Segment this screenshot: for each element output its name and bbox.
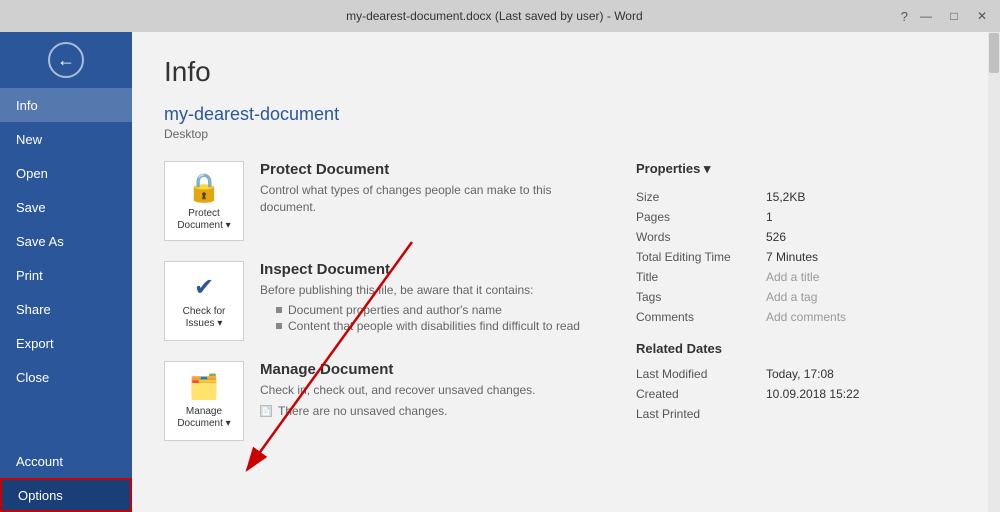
document-name: my-dearest-document xyxy=(164,104,956,125)
prop-row-words: Words 526 xyxy=(636,227,956,247)
bullet-1: Document properties and author's name xyxy=(276,303,580,317)
page-title: Info xyxy=(164,56,956,88)
sidebar-item-close[interactable]: Close xyxy=(0,360,132,394)
title-bar: my-dearest-document.docx (Last saved by … xyxy=(0,0,1000,32)
protect-document-card: 🔒 ProtectDocument ▾ Protect Document Con… xyxy=(164,161,596,241)
date-key-printed: Last Printed xyxy=(636,404,766,424)
manage-document-text: Manage Document Check in, check out, and… xyxy=(260,361,536,424)
prop-row-title: Title Add a title xyxy=(636,267,956,287)
properties-section: Properties ▾ Size 15,2KB Pages 1 xyxy=(636,161,956,461)
prop-row-size: Size 15,2KB xyxy=(636,187,956,207)
scrollbar[interactable] xyxy=(988,32,1000,512)
back-button[interactable]: ← xyxy=(0,32,132,88)
manage-document-sub: 📄 There are no unsaved changes. xyxy=(260,403,536,420)
inspect-document-title: Inspect Document xyxy=(260,261,580,278)
main-content: Info my-dearest-document Desktop 🔒 Prote… xyxy=(132,32,988,512)
check-issues-button[interactable]: ✔ Check forIssues ▾ xyxy=(164,261,244,341)
sidebar-item-share[interactable]: Share xyxy=(0,292,132,326)
protect-document-text: Protect Document Control what types of c… xyxy=(260,161,596,220)
manage-document-card: 🗂️ ManageDocument ▾ Manage Document Chec… xyxy=(164,361,596,441)
protect-document-desc: Control what types of changes people can… xyxy=(260,182,596,216)
prop-val-title[interactable]: Add a title xyxy=(766,267,956,287)
document-location: Desktop xyxy=(164,127,956,141)
inspect-document-bullets: Document properties and author's name Co… xyxy=(276,303,580,333)
date-val-printed xyxy=(766,404,956,424)
sidebar-item-info[interactable]: Info xyxy=(0,88,132,122)
scrollbar-thumb[interactable] xyxy=(989,33,999,73)
sidebar-bottom: Account Options xyxy=(0,444,132,512)
prop-val-pages: 1 xyxy=(766,207,956,227)
sidebar-item-save[interactable]: Save xyxy=(0,190,132,224)
related-dates-header: Related Dates xyxy=(636,341,956,356)
date-val-modified: Today, 17:08 xyxy=(766,364,956,384)
help-button[interactable]: ? xyxy=(901,9,908,24)
app-window: my-dearest-document.docx (Last saved by … xyxy=(0,0,1000,512)
date-key-modified: Last Modified xyxy=(636,364,766,384)
manage-document-label: ManageDocument ▾ xyxy=(177,406,230,430)
protect-document-button[interactable]: 🔒 ProtectDocument ▾ xyxy=(164,161,244,241)
sidebar: ← Info New Open Save Save As xyxy=(0,32,132,512)
prop-key-size: Size xyxy=(636,187,766,207)
date-row-printed: Last Printed xyxy=(636,404,956,424)
sidebar-item-saveas[interactable]: Save As xyxy=(0,224,132,258)
dates-table: Last Modified Today, 17:08 Created 10.09… xyxy=(636,364,956,424)
prop-row-comments: Comments Add comments xyxy=(636,307,956,327)
sidebar-item-export[interactable]: Export xyxy=(0,326,132,360)
date-key-created: Created xyxy=(636,384,766,404)
prop-val-comments[interactable]: Add comments xyxy=(766,307,956,327)
actions-section: 🔒 ProtectDocument ▾ Protect Document Con… xyxy=(164,161,596,461)
inspect-document-desc: Before publishing this file, be aware th… xyxy=(260,282,580,299)
prop-key-words: Words xyxy=(636,227,766,247)
minimize-button[interactable]: — xyxy=(916,6,936,26)
sidebar-item-options[interactable]: Options xyxy=(0,478,132,512)
window-title: my-dearest-document.docx (Last saved by … xyxy=(88,9,901,23)
prop-val-tags[interactable]: Add a tag xyxy=(766,287,956,307)
prop-key-pages: Pages xyxy=(636,207,766,227)
prop-val-words: 526 xyxy=(766,227,956,247)
lock-icon: 🔒 xyxy=(187,171,222,204)
sidebar-nav: Info New Open Save Save As Print xyxy=(0,88,132,512)
content-area: Info my-dearest-document Desktop 🔒 Prote… xyxy=(132,32,988,512)
back-arrow-icon: ← xyxy=(48,42,84,78)
prop-val-editing: 7 Minutes xyxy=(766,247,956,267)
sidebar-item-open[interactable]: Open xyxy=(0,156,132,190)
manage-document-desc: Check in, check out, and recover unsaved… xyxy=(260,382,536,399)
prop-key-tags: Tags xyxy=(636,287,766,307)
bullet-icon-2 xyxy=(276,323,282,329)
date-val-created: 10.09.2018 15:22 xyxy=(766,384,956,404)
prop-row-tags: Tags Add a tag xyxy=(636,287,956,307)
bullet-icon-1 xyxy=(276,307,282,313)
prop-key-comments: Comments xyxy=(636,307,766,327)
sidebar-item-print[interactable]: Print xyxy=(0,258,132,292)
prop-val-size: 15,2KB xyxy=(766,187,956,207)
maximize-button[interactable]: □ xyxy=(944,6,964,26)
doc-sub-icon: 📄 xyxy=(260,405,272,417)
manage-document-title: Manage Document xyxy=(260,361,536,378)
sidebar-item-account[interactable]: Account xyxy=(0,444,132,478)
check-icon: ✔ xyxy=(194,273,214,302)
prop-key-title: Title xyxy=(636,267,766,287)
prop-row-editing-time: Total Editing Time 7 Minutes xyxy=(636,247,956,267)
protect-document-label: ProtectDocument ▾ xyxy=(177,208,230,232)
inspect-document-text: Inspect Document Before publishing this … xyxy=(260,261,580,335)
inspect-document-card: ✔ Check forIssues ▾ Inspect Document Bef… xyxy=(164,261,596,341)
check-issues-label: Check forIssues ▾ xyxy=(183,306,226,330)
app-body: ← Info New Open Save Save As xyxy=(0,32,1000,512)
protect-document-title: Protect Document xyxy=(260,161,596,178)
prop-row-pages: Pages 1 xyxy=(636,207,956,227)
info-grid: 🔒 ProtectDocument ▾ Protect Document Con… xyxy=(164,161,956,461)
manage-doc-icon: 🗂️ xyxy=(189,373,219,402)
date-row-modified: Last Modified Today, 17:08 xyxy=(636,364,956,384)
window-controls: ? — □ ✕ xyxy=(901,6,992,26)
prop-key-editing: Total Editing Time xyxy=(636,247,766,267)
sidebar-item-new[interactable]: New xyxy=(0,122,132,156)
manage-document-button[interactable]: 🗂️ ManageDocument ▾ xyxy=(164,361,244,441)
date-row-created: Created 10.09.2018 15:22 xyxy=(636,384,956,404)
properties-header: Properties ▾ xyxy=(636,161,956,177)
close-button[interactable]: ✕ xyxy=(972,6,992,26)
properties-table: Size 15,2KB Pages 1 Words 526 xyxy=(636,187,956,327)
bullet-2: Content that people with disabilities fi… xyxy=(276,319,580,333)
